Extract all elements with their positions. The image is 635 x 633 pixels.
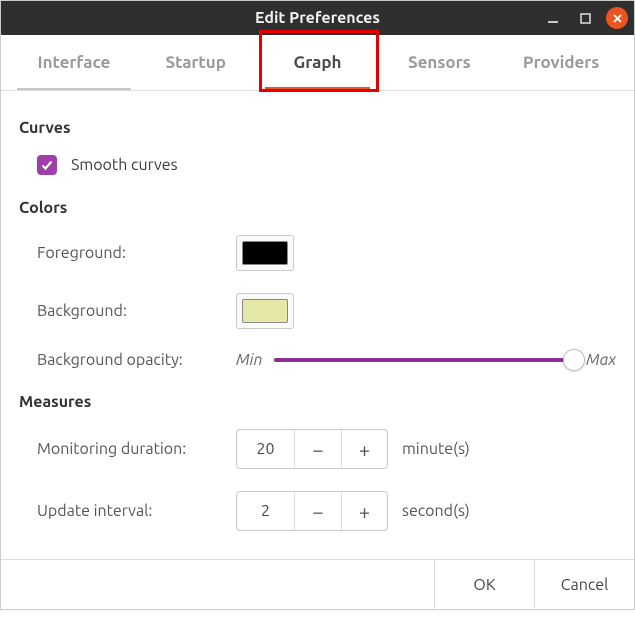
- opacity-row: Background opacity: Min Max: [37, 351, 616, 369]
- duration-row: Monitoring duration: 20 − + minute(s): [37, 429, 616, 469]
- opacity-max-label: Max: [586, 351, 616, 369]
- window-title: Edit Preferences: [1, 9, 634, 27]
- smooth-curves-row: Smooth curves: [37, 155, 616, 175]
- background-swatch: [242, 299, 288, 323]
- tab-bar-wrap: Interface Startup Graph Sensors Provider…: [1, 35, 634, 91]
- tab-graph[interactable]: Graph: [257, 35, 379, 90]
- tab-content: Curves Smooth curves Colors Foreground: …: [1, 91, 634, 559]
- opacity-slider[interactable]: Min Max: [236, 351, 616, 369]
- interval-unit: second(s): [402, 502, 470, 520]
- duration-spin: 20 − +: [236, 429, 388, 469]
- check-icon: [40, 158, 54, 172]
- interval-decrement-button[interactable]: −: [295, 492, 341, 530]
- opacity-label: Background opacity:: [37, 351, 222, 369]
- interval-increment-button[interactable]: +: [341, 492, 387, 530]
- ok-button[interactable]: OK: [434, 560, 534, 609]
- opacity-thumb[interactable]: [563, 349, 585, 371]
- tab-interface[interactable]: Interface: [13, 35, 135, 90]
- foreground-swatch: [242, 241, 288, 265]
- duration-value[interactable]: 20: [237, 430, 295, 468]
- titlebar: Edit Preferences: [1, 1, 634, 35]
- maximize-icon: [580, 13, 591, 24]
- section-curves-title: Curves: [19, 119, 616, 137]
- interval-label: Update interval:: [37, 502, 222, 520]
- foreground-color-button[interactable]: [236, 235, 294, 271]
- cancel-button[interactable]: Cancel: [534, 560, 634, 609]
- minimize-icon: [547, 12, 559, 24]
- window-controls: [542, 1, 628, 35]
- interval-spin: 2 − +: [236, 491, 388, 531]
- duration-unit: minute(s): [402, 440, 470, 458]
- foreground-row: Foreground:: [37, 235, 616, 271]
- interval-value[interactable]: 2: [237, 492, 295, 530]
- preferences-window: Edit Preferences Interface Startup Graph…: [0, 0, 635, 610]
- foreground-label: Foreground:: [37, 244, 222, 262]
- section-measures-title: Measures: [19, 393, 616, 411]
- duration-decrement-button[interactable]: −: [295, 430, 341, 468]
- tab-startup[interactable]: Startup: [135, 35, 257, 90]
- section-colors-title: Colors: [19, 199, 616, 217]
- minimize-button[interactable]: [542, 7, 564, 29]
- duration-increment-button[interactable]: +: [341, 430, 387, 468]
- background-color-button[interactable]: [236, 293, 294, 329]
- background-label: Background:: [37, 302, 222, 320]
- close-icon: [612, 13, 623, 24]
- opacity-min-label: Min: [236, 351, 262, 369]
- opacity-track[interactable]: [274, 358, 574, 362]
- maximize-button[interactable]: [574, 7, 596, 29]
- tab-bar: Interface Startup Graph Sensors Provider…: [1, 35, 634, 91]
- dialog-footer: OK Cancel: [1, 559, 634, 609]
- smooth-curves-checkbox[interactable]: [37, 155, 57, 175]
- interval-row: Update interval: 2 − + second(s): [37, 491, 616, 531]
- tab-providers[interactable]: Providers: [500, 35, 622, 90]
- background-row: Background:: [37, 293, 616, 329]
- duration-label: Monitoring duration:: [37, 440, 222, 458]
- close-button[interactable]: [606, 7, 628, 29]
- smooth-curves-label: Smooth curves: [71, 156, 178, 174]
- tab-sensors[interactable]: Sensors: [378, 35, 500, 90]
